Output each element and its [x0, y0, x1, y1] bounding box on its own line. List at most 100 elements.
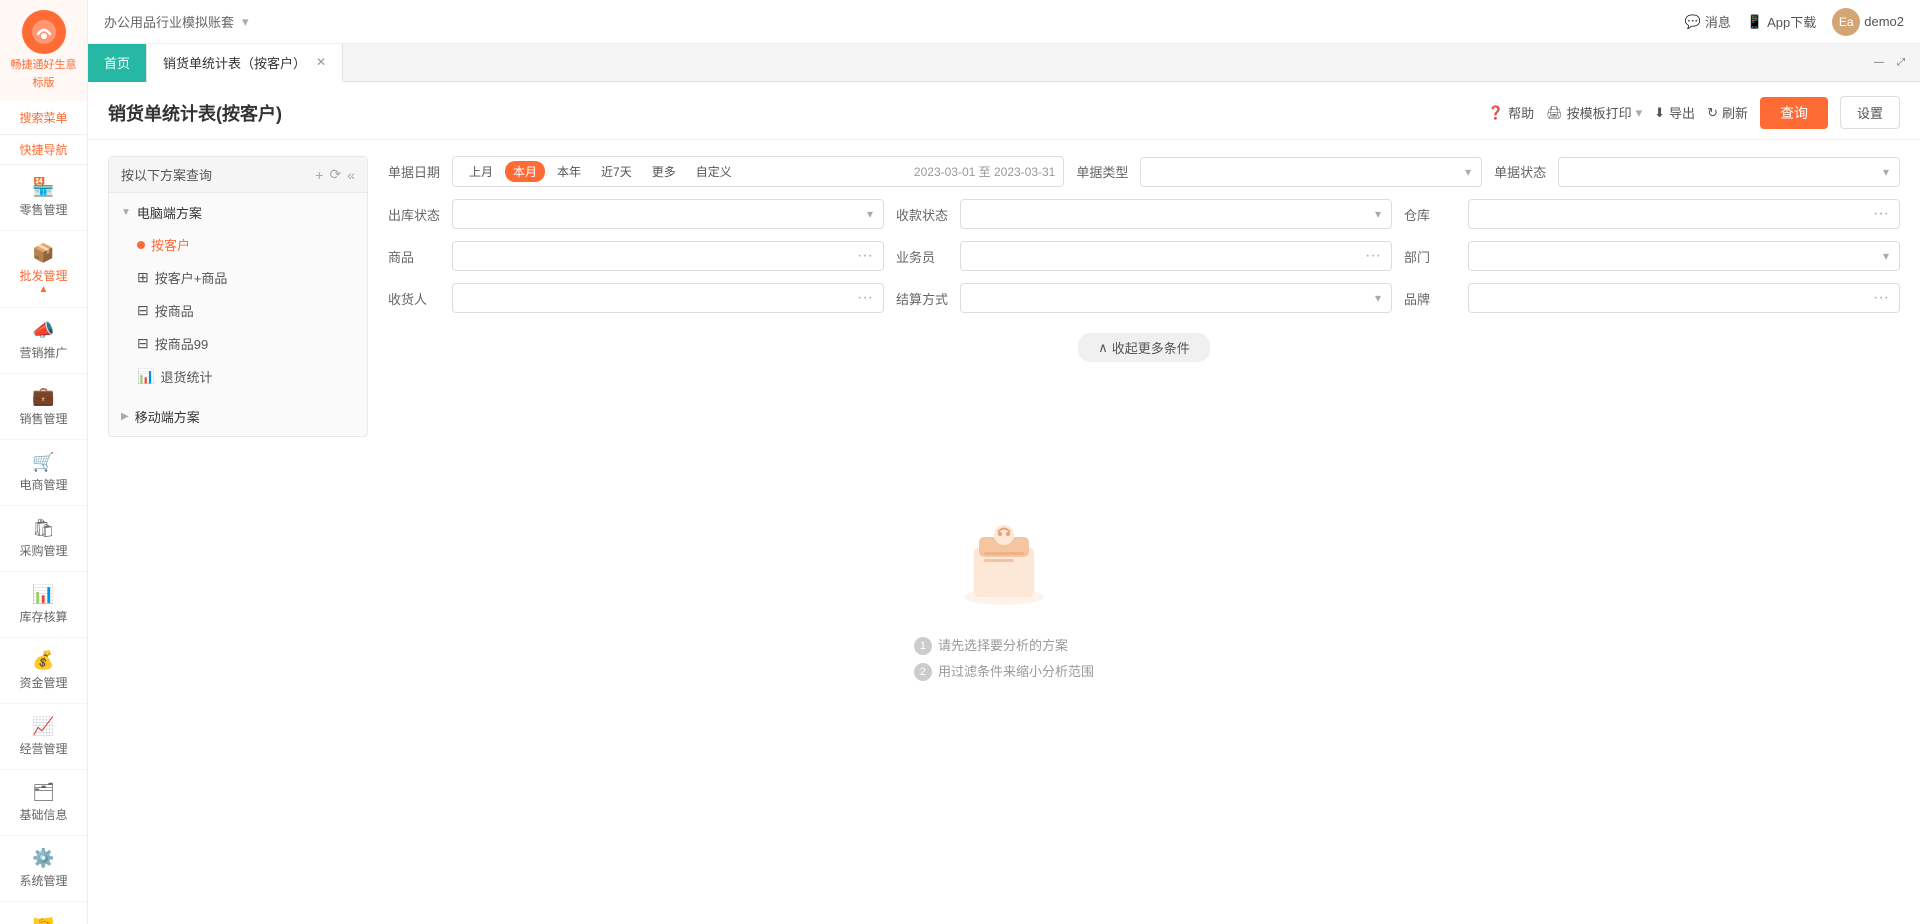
- filter-group-docstatus: 单据状态 ▾: [1494, 157, 1900, 187]
- settlement-control[interactable]: ▾: [960, 283, 1392, 313]
- user-area[interactable]: Ea demo2: [1832, 8, 1904, 36]
- salesperson-control[interactable]: ···: [960, 241, 1392, 271]
- sidebar-item-marketing[interactable]: 📣 营销推广: [0, 308, 87, 374]
- collapse-row: ∧ 收起更多条件: [388, 325, 1900, 370]
- doctype-control[interactable]: ▾: [1140, 157, 1482, 187]
- scheme-item-by-customer-goods[interactable]: ⊞ 按客户+商品: [109, 261, 367, 294]
- empty-state: 1 请先选择要分析的方案 2 用过滤条件来缩小分析范围: [108, 437, 1900, 745]
- sidebar-item-wholesale[interactable]: 📦 批发管理 ▲: [0, 231, 87, 308]
- app-logo: 畅捷通好生意 标版: [0, 0, 87, 101]
- search-menu[interactable]: 搜索菜单: [0, 101, 87, 135]
- date-tab-7days[interactable]: 近7天: [593, 161, 640, 182]
- sidebar-item-retail[interactable]: 🏪 零售管理: [0, 165, 87, 231]
- warehouse-dots-icon[interactable]: ···: [1873, 205, 1889, 223]
- scheme-item-by-goods99[interactable]: ⊟ 按商品99: [109, 327, 367, 360]
- date-control[interactable]: 上月 本月 本年 近7天 更多 自定义 2023-03-01 至 2023-03…: [452, 156, 1064, 187]
- hint-text-2: 用过滤条件来缩小分析范围: [938, 659, 1094, 685]
- template-print-btn[interactable]: 🖨 按模板打印 ▾: [1546, 103, 1642, 122]
- export-btn[interactable]: ⬇ 导出: [1654, 103, 1695, 122]
- doctype-label: 单据类型: [1076, 162, 1132, 181]
- empty-hints: 1 请先选择要分析的方案 2 用过滤条件来缩小分析范围: [914, 633, 1094, 685]
- filter-group-date: 单据日期 上月 本月 本年 近7天 更多 自定义 20: [388, 156, 1064, 187]
- docstatus-control[interactable]: ▾: [1558, 157, 1900, 187]
- warehouse-control[interactable]: ···: [1468, 199, 1900, 229]
- goods-control[interactable]: ···: [452, 241, 884, 271]
- filter-group-doctype: 单据类型 ▾: [1076, 157, 1482, 187]
- date-tab-thisyear[interactable]: 本年: [549, 161, 589, 182]
- doctype-dropdown-icon[interactable]: ▾: [1465, 165, 1471, 179]
- goods-dots-icon[interactable]: ···: [857, 247, 873, 265]
- settings-button[interactable]: 设置: [1840, 96, 1900, 129]
- scheme-group-mobile-header[interactable]: ▶ 移动端方案: [109, 401, 367, 432]
- header-right: 💬 消息 📱 App下载 Ea demo2: [1685, 8, 1904, 36]
- minimize-btn[interactable]: —: [1872, 56, 1886, 70]
- tab-sales-stat[interactable]: 销货单统计表（按客户） ✕: [147, 44, 343, 82]
- sidebar-item-system[interactable]: ⚙️ 系统管理: [0, 836, 87, 902]
- warehouse-label: 仓库: [1404, 205, 1460, 224]
- brand-dots-icon[interactable]: ···: [1873, 289, 1889, 307]
- docstatus-label: 单据状态: [1494, 162, 1550, 181]
- filter-form: 单据日期 上月 本月 本年 近7天 更多 自定义 20: [368, 156, 1900, 437]
- scheme-collapse-icon[interactable]: «: [347, 167, 355, 183]
- header-left: 办公用品行业模拟账套 ▾: [104, 12, 249, 31]
- retail-icon: 🏪: [32, 177, 54, 198]
- app-download-btn[interactable]: 📱 App下载: [1747, 12, 1816, 31]
- sidebar-item-finance[interactable]: 💰 资金管理: [0, 638, 87, 704]
- refresh-btn[interactable]: ↻ 刷新: [1707, 103, 1748, 122]
- dropdown-arrow-icon[interactable]: ▾: [242, 14, 249, 30]
- settlement-dropdown-icon[interactable]: ▾: [1375, 291, 1381, 305]
- filter-panel: 按以下方案查询 + ⟳ « ▼ 电脑端方案: [88, 140, 1920, 761]
- salesperson-label: 业务员: [896, 247, 952, 266]
- scheme-item-by-customer[interactable]: 按客户: [109, 228, 367, 261]
- outstatus-control[interactable]: ▾: [452, 199, 884, 229]
- collectstatus-control[interactable]: ▾: [960, 199, 1392, 229]
- date-tab-custom[interactable]: 自定义: [688, 161, 740, 182]
- scheme-refresh-icon[interactable]: ⟳: [329, 166, 341, 183]
- tab-home[interactable]: 首页: [88, 44, 147, 82]
- quick-nav[interactable]: 快捷导航: [0, 135, 87, 165]
- sidebar-item-sales[interactable]: 💼 销售管理: [0, 374, 87, 440]
- filter-row-2: 出库状态 ▾ 收款状态 ▾: [388, 199, 1900, 229]
- goods99-icon: ⊟: [137, 335, 149, 352]
- scheme-item-return-stat[interactable]: 📊 退货统计: [109, 360, 367, 393]
- tab-close-icon[interactable]: ✕: [316, 55, 326, 69]
- maximize-btn[interactable]: ⤢: [1894, 56, 1908, 70]
- sidebar-item-inventory[interactable]: 📊 库存核算: [0, 572, 87, 638]
- sidebar-item-purchase[interactable]: 🛍 采购管理: [0, 506, 87, 572]
- receiver-control[interactable]: ···: [452, 283, 884, 313]
- date-label: 单据日期: [388, 162, 444, 181]
- query-button[interactable]: 查询: [1760, 97, 1828, 129]
- outstatus-dropdown-icon[interactable]: ▾: [867, 207, 873, 221]
- receiver-dots-icon[interactable]: ···: [857, 289, 873, 307]
- wholesale-icon: 📦: [32, 243, 54, 264]
- help-btn[interactable]: ❓ 帮助: [1488, 103, 1534, 122]
- message-btn[interactable]: 💬 消息: [1685, 12, 1731, 31]
- department-dropdown-icon[interactable]: ▾: [1883, 249, 1889, 263]
- docstatus-dropdown-icon[interactable]: ▾: [1883, 165, 1889, 179]
- scheme-item-by-goods[interactable]: ⊟ 按商品: [109, 294, 367, 327]
- avatar: Ea: [1832, 8, 1860, 36]
- sidebar: 畅捷通好生意 标版 搜索菜单 快捷导航 🏪 零售管理 📦 批发管理 ▲ 📣 营销…: [0, 0, 88, 924]
- settlement-label: 结算方式: [896, 289, 952, 308]
- collapse-button[interactable]: ∧ 收起更多条件: [1078, 333, 1210, 362]
- brand-control[interactable]: ···: [1468, 283, 1900, 313]
- collectstatus-label: 收款状态: [896, 205, 952, 224]
- salesperson-dots-icon[interactable]: ···: [1365, 247, 1381, 265]
- collectstatus-dropdown-icon[interactable]: ▾: [1375, 207, 1381, 221]
- sidebar-item-enterprise[interactable]: 🤝 企业协同: [0, 902, 87, 924]
- scheme-add-icon[interactable]: +: [315, 167, 323, 183]
- department-control[interactable]: ▾: [1468, 241, 1900, 271]
- date-tab-lastmonth[interactable]: 上月: [461, 161, 501, 182]
- sidebar-item-operation[interactable]: 📈 经营管理: [0, 704, 87, 770]
- export-icon: ⬇: [1654, 105, 1665, 121]
- message-icon: 💬: [1685, 14, 1701, 30]
- filter-row-1: 单据日期 上月 本月 本年 近7天 更多 自定义 20: [388, 156, 1900, 187]
- date-tab-more[interactable]: 更多: [644, 161, 684, 182]
- operation-icon: 📈: [32, 716, 54, 737]
- customer-goods-icon: ⊞: [137, 269, 149, 286]
- sidebar-item-base[interactable]: 🗂 基础信息: [0, 770, 87, 836]
- date-tab-thismonth[interactable]: 本月: [505, 161, 545, 182]
- brand-label: 品牌: [1404, 289, 1460, 308]
- sidebar-item-ecommerce[interactable]: 🛒 电商管理: [0, 440, 87, 506]
- scheme-group-pc-header[interactable]: ▼ 电脑端方案: [109, 197, 367, 228]
